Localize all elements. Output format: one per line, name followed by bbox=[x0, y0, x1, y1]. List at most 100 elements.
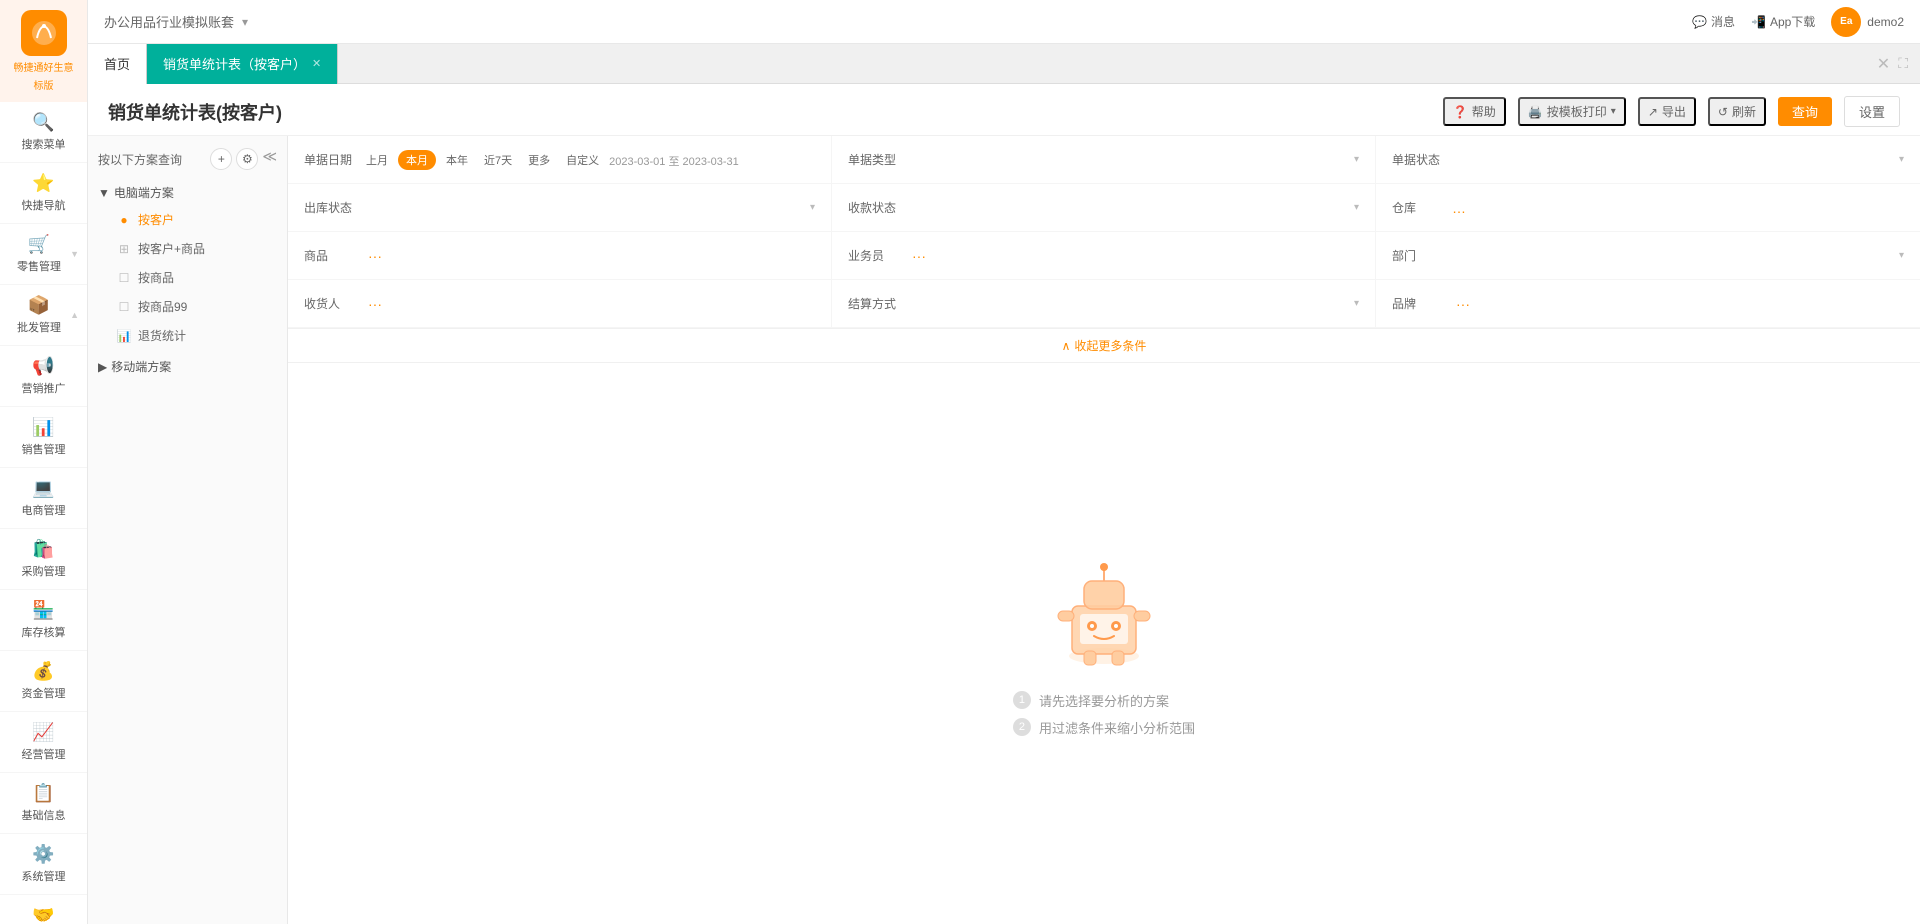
collapse-bar[interactable]: ∧ 收起更多条件 bbox=[288, 329, 1920, 363]
scheme-item-by-goods[interactable]: ☐ 按商品 bbox=[88, 263, 287, 292]
settlement-select[interactable]: ▾ bbox=[904, 298, 1359, 309]
print-button[interactable]: 🖨️ 按模板打印 ▾ bbox=[1518, 97, 1626, 126]
scheme-settings-button[interactable]: ⚙ bbox=[236, 148, 258, 170]
sidebar-item-purchase[interactable]: 🛍️ 采购管理 bbox=[0, 529, 87, 590]
purchase-icon: 🛍️ bbox=[32, 539, 54, 560]
sidebar-item-wholesale[interactable]: 📦 批发管理 ▲ bbox=[0, 285, 87, 346]
tab-close-icon[interactable]: ✕ bbox=[312, 57, 321, 70]
sidebar-item-ecommerce[interactable]: 💻 电商管理 bbox=[0, 468, 87, 529]
scheme-panel: 按以下方案查询 + ⚙ ≪ ▼ 电脑端方案 ● 按客户 bbox=[88, 136, 288, 924]
warehouse-input: … bbox=[1448, 200, 1904, 216]
sidebar-item-basic-info[interactable]: 📋 基础信息 bbox=[0, 773, 87, 834]
filter-cell-department: 部门 ▾ bbox=[1376, 232, 1920, 280]
empty-illustration bbox=[1044, 551, 1164, 671]
sidebar-item-enterprise-coop[interactable]: 🤝 企业协同 bbox=[0, 895, 87, 924]
header-title: 办公用品行业模拟账套 bbox=[104, 12, 234, 31]
goods-more-icon[interactable]: ··· bbox=[368, 248, 382, 264]
sidebar-label-search-menu: 搜索菜单 bbox=[22, 136, 66, 152]
scheme-group-mobile-title[interactable]: ▶ 移动端方案 bbox=[88, 354, 287, 379]
receipt-status-select[interactable]: ▾ bbox=[904, 202, 1359, 213]
scheme-item-by-customer[interactable]: ● 按客户 bbox=[88, 205, 287, 234]
date-btn-custom[interactable]: 自定义 bbox=[560, 150, 605, 170]
order-type-label: 单据类型 bbox=[848, 151, 904, 168]
message-label: 消息 bbox=[1711, 13, 1735, 30]
sidebar-item-marketing[interactable]: 📢 营销推广 bbox=[0, 346, 87, 407]
warehouse-value[interactable]: … bbox=[1452, 200, 1466, 216]
scheme-add-button[interactable]: + bbox=[210, 148, 232, 170]
scheme-collapse-button[interactable]: ≪ bbox=[262, 148, 277, 170]
sidebar-nav: 🔍 搜索菜单 ⭐ 快捷导航 🛒 零售管理 ▼ 📦 批发管理 ▲ 📢 营销推广 bbox=[0, 102, 87, 924]
tab-window-controls: ✕ ⛶ bbox=[1865, 54, 1920, 74]
date-btn-more[interactable]: 更多 bbox=[522, 150, 556, 170]
page-content: 销货单统计表(按客户) ❓ 帮助 🖨️ 按模板打印 ▾ ↗ 导出 ↺ 刷新 bbox=[88, 84, 1920, 924]
sidebar-item-sales[interactable]: 📊 销售管理 bbox=[0, 407, 87, 468]
message-button[interactable]: 💬 消息 bbox=[1692, 13, 1735, 30]
app-download-icon: 📲 bbox=[1751, 15, 1766, 29]
sidebar-item-search-menu[interactable]: 🔍 搜索菜单 bbox=[0, 102, 87, 163]
settings-button[interactable]: 设置 bbox=[1844, 96, 1900, 127]
department-select[interactable]: ▾ bbox=[1448, 250, 1904, 261]
sidebar-item-operations[interactable]: 📈 经营管理 bbox=[0, 712, 87, 773]
scheme-group-pc-title[interactable]: ▼ 电脑端方案 bbox=[88, 180, 287, 205]
filter-area: 单据日期 上月 本月 本年 近7天 更多 自定义 2023-03-01 至 20… bbox=[288, 136, 1920, 924]
avatar-text: Ea bbox=[1840, 16, 1852, 27]
by-goods-99-icon: ☐ bbox=[116, 299, 132, 315]
warehouse-select[interactable]: … bbox=[1448, 200, 1904, 216]
mobile-group-arrow-icon: ▶ bbox=[98, 360, 107, 374]
date-buttons: 上月 本月 本年 近7天 更多 自定义 bbox=[360, 150, 605, 170]
user-profile[interactable]: Ea demo2 bbox=[1831, 7, 1904, 37]
salesperson-more-icon[interactable]: ··· bbox=[912, 248, 926, 264]
date-btn-this-month[interactable]: 本月 bbox=[398, 150, 436, 170]
sidebar-item-retail[interactable]: 🛒 零售管理 ▼ bbox=[0, 224, 87, 285]
window-close-icon[interactable]: ✕ bbox=[1877, 54, 1890, 74]
filter-cell-receipt-status: 收款状态 ▾ bbox=[832, 184, 1376, 232]
sidebar-label-finance: 资金管理 bbox=[22, 685, 66, 701]
top-header: 办公用品行业模拟账套 ▾ 💬 消息 📲 App下载 Ea demo2 bbox=[88, 0, 1920, 44]
date-btn-last-month[interactable]: 上月 bbox=[360, 150, 394, 170]
help-button[interactable]: ❓ 帮助 bbox=[1443, 97, 1506, 126]
scheme-item-return-stats[interactable]: 📊 退货统计 bbox=[88, 321, 287, 350]
date-btn-this-year[interactable]: 本年 bbox=[440, 150, 474, 170]
out-status-label: 出库状态 bbox=[304, 199, 360, 216]
header-dropdown-icon[interactable]: ▾ bbox=[242, 15, 248, 29]
settlement-dropdown-icon: ▾ bbox=[1354, 298, 1359, 309]
brand-label: 品牌 bbox=[1392, 295, 1448, 312]
marketing-icon: 📢 bbox=[32, 356, 54, 377]
enterprise-coop-icon: 🤝 bbox=[32, 905, 54, 924]
department-dropdown-icon: ▾ bbox=[1899, 250, 1904, 261]
by-goods-icon: ☐ bbox=[116, 270, 132, 286]
order-status-select[interactable]: ▾ bbox=[1448, 154, 1904, 165]
salesperson-label: 业务员 bbox=[848, 247, 904, 264]
app-download-button[interactable]: 📲 App下载 bbox=[1751, 13, 1815, 30]
collapse-up-icon: ∧ bbox=[1062, 339, 1071, 353]
sidebar-label-wholesale: 批发管理 bbox=[17, 319, 61, 335]
sidebar-item-inventory[interactable]: 🏪 库存核算 bbox=[0, 590, 87, 651]
sidebar-label-ecommerce: 电商管理 bbox=[22, 502, 66, 518]
sidebar-item-finance[interactable]: 💰 资金管理 bbox=[0, 651, 87, 712]
print-dropdown-icon: ▾ bbox=[1611, 106, 1616, 117]
out-status-select[interactable]: ▾ bbox=[360, 202, 815, 213]
brand-more-icon[interactable]: ··· bbox=[1456, 296, 1470, 312]
export-icon: ↗ bbox=[1648, 105, 1658, 119]
empty-tips: 1 请先选择要分析的方案 2 用过滤条件来缩小分析范围 bbox=[1013, 691, 1195, 737]
query-button[interactable]: 查询 bbox=[1778, 97, 1832, 126]
scheme-item-by-goods-99[interactable]: ☐ 按商品99 bbox=[88, 292, 287, 321]
order-type-select[interactable]: ▾ bbox=[904, 154, 1359, 165]
filter-cell-out-status: 出库状态 ▾ bbox=[288, 184, 832, 232]
date-btn-last-7days[interactable]: 近7天 bbox=[478, 150, 518, 170]
scheme-item-by-customer-goods[interactable]: ⊞ 按客户+商品 bbox=[88, 234, 287, 263]
order-type-input: ▾ bbox=[904, 154, 1359, 165]
tab-sales-stats[interactable]: 销货单统计表（按客户） ✕ bbox=[147, 44, 338, 84]
header-left: 办公用品行业模拟账套 ▾ bbox=[104, 12, 248, 31]
scheme-item-by-goods-99-label: 按商品99 bbox=[138, 298, 187, 315]
window-maximize-icon[interactable]: ⛶ bbox=[1898, 55, 1908, 72]
sidebar-label-marketing: 营销推广 bbox=[22, 380, 66, 396]
receiver-more-icon[interactable]: ··· bbox=[368, 296, 382, 312]
avatar: Ea bbox=[1831, 7, 1861, 37]
sidebar-item-quick-nav[interactable]: ⭐ 快捷导航 bbox=[0, 163, 87, 224]
refresh-button[interactable]: ↺ 刷新 bbox=[1708, 97, 1766, 126]
sidebar-item-system[interactable]: ⚙️ 系统管理 bbox=[0, 834, 87, 895]
finance-icon: 💰 bbox=[32, 661, 54, 682]
export-button[interactable]: ↗ 导出 bbox=[1638, 97, 1696, 126]
tab-home[interactable]: 首页 bbox=[88, 44, 147, 84]
